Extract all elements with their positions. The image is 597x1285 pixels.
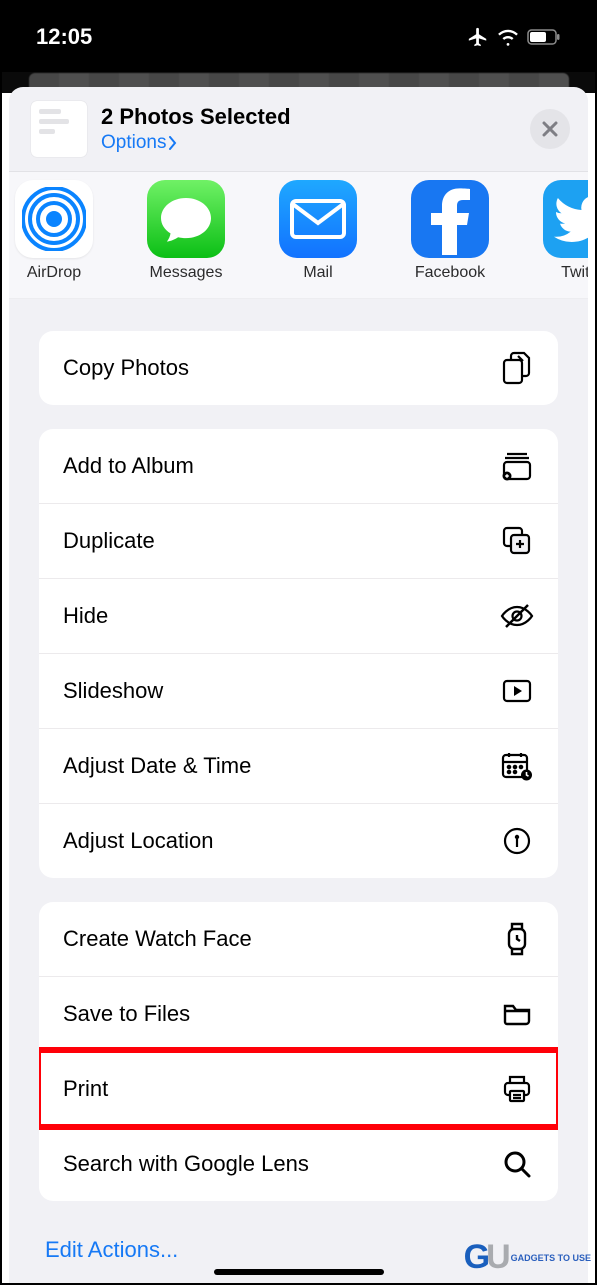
action-label: Adjust Date & Time [63,753,251,779]
action-slideshow[interactable]: Slideshow [39,653,558,728]
action-label: Save to Files [63,1001,190,1027]
search-icon [500,1147,534,1181]
action-add-to-album[interactable]: Add to Album [39,429,558,503]
action-label: Duplicate [63,528,155,554]
app-label: Facebook [415,264,485,282]
action-label: Add to Album [63,453,194,479]
share-app-twitter[interactable]: Twitte [541,180,588,282]
copy-icon [500,351,534,385]
duplicate-icon [500,524,534,558]
action-group-2: Add to Album Duplicate Hide Slideshow [39,429,558,878]
watermark: GU GADGETS TO USE [464,1238,591,1277]
share-app-messages[interactable]: Messages [145,180,227,282]
action-label: Copy Photos [63,355,189,381]
home-indicator[interactable] [214,1269,384,1275]
action-copy-photos[interactable]: Copy Photos [39,331,558,405]
action-adjust-location[interactable]: Adjust Location [39,803,558,878]
app-label: AirDrop [27,264,81,282]
airplane-mode-icon [467,26,489,48]
share-app-mail[interactable]: Mail [277,180,359,282]
twitter-icon [543,180,588,258]
action-hide[interactable]: Hide [39,578,558,653]
action-save-to-files[interactable]: Save to Files [39,976,558,1051]
app-label: Mail [303,264,332,282]
action-label: Search with Google Lens [63,1151,309,1177]
selection-thumbnail [31,101,87,157]
action-create-watch-face[interactable]: Create Watch Face [39,902,558,976]
action-label: Slideshow [63,678,163,704]
action-label: Print [63,1076,108,1102]
action-duplicate[interactable]: Duplicate [39,503,558,578]
share-app-row[interactable]: AirDrop Messages Mail Facebook Twitte [9,172,588,299]
battery-icon [527,29,561,45]
sheet-title: 2 Photos Selected [101,104,516,130]
datetime-icon [500,749,534,783]
status-bar: 12:05 [2,2,595,72]
wifi-icon [497,26,519,48]
share-app-airdrop[interactable]: AirDrop [13,180,95,282]
location-icon [500,824,534,858]
messages-icon [147,180,225,258]
mail-icon [279,180,357,258]
close-button[interactable] [530,109,570,149]
action-search-google-lens[interactable]: Search with Google Lens [39,1126,558,1201]
hide-icon [500,599,534,633]
close-icon [541,120,559,138]
app-label: Twitte [561,264,588,282]
action-group-3: Create Watch Face Save to Files Print Se… [39,902,558,1201]
watch-icon [500,922,534,956]
printer-icon [500,1072,534,1106]
action-label: Hide [63,603,108,629]
status-icons [467,26,561,48]
facebook-icon [411,180,489,258]
slideshow-icon [500,674,534,708]
action-list[interactable]: Copy Photos Add to Album Duplicate H [9,299,588,1283]
sheet-header: 2 Photos Selected Options [9,87,588,172]
share-sheet: 2 Photos Selected Options [9,87,588,1283]
status-time: 12:05 [36,24,92,50]
edit-actions-label: Edit Actions... [45,1237,178,1262]
airdrop-icon [15,180,93,258]
action-adjust-date-time[interactable]: Adjust Date & Time [39,728,558,803]
action-label: Create Watch Face [63,926,252,952]
options-label: Options [101,132,166,154]
share-app-facebook[interactable]: Facebook [409,180,491,282]
app-label: Messages [150,264,223,282]
action-group-1: Copy Photos [39,331,558,405]
folder-icon [500,997,534,1031]
action-print[interactable]: Print [39,1051,558,1126]
action-label: Adjust Location [63,828,213,854]
album-icon [500,449,534,483]
options-button[interactable]: Options [101,132,516,154]
